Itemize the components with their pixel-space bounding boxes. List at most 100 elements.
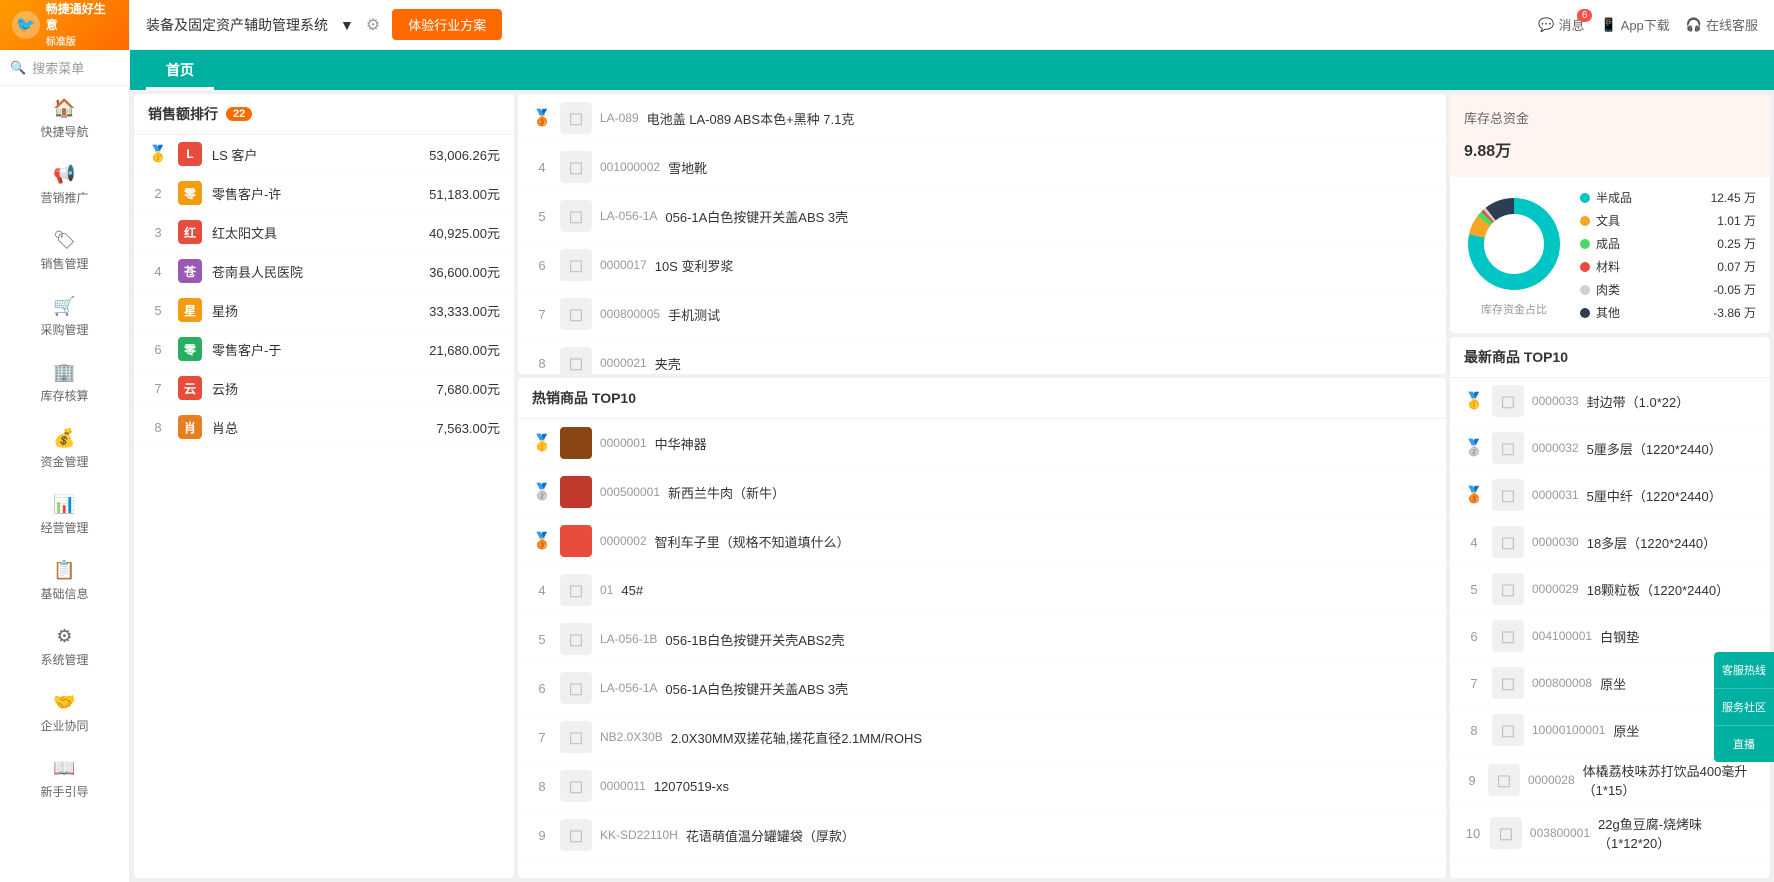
sidebar-item-marketing[interactable]: 📢 营销推广 <box>0 152 129 218</box>
new-products-card: 最新商品 TOP10 🥇 ◻ 0000033 封边带（1.0*22） 🥈 ◻ 0… <box>1450 337 1770 878</box>
search-menu-label: 搜索菜单 <box>32 58 84 77</box>
product-row[interactable]: 4 ◻ 001000002 雪地靴 <box>518 143 1446 192</box>
rank-row[interactable]: 8 肖 肖总 7,563.00元 <box>134 408 514 447</box>
legend-dot <box>1580 216 1590 226</box>
float-button[interactable]: 直播 <box>1714 726 1774 762</box>
product-row[interactable]: 🥈 000500001 新西兰牛肉（新牛） <box>518 468 1446 517</box>
product-row[interactable]: 🥇 0000001 中华神器 <box>518 419 1446 468</box>
product-row[interactable]: 🥉 0000002 智利车子里（规格不知道填什么） <box>518 517 1446 566</box>
sidebar-item-purchase[interactable]: 🛒 采购管理 <box>0 284 129 350</box>
float-button[interactable]: 客服热线 <box>1714 652 1774 689</box>
new-product-row[interactable]: 4 ◻ 0000030 18多层（1220*2440） <box>1450 519 1770 566</box>
rank-number: 4 <box>532 160 552 175</box>
download-icon: 📱 <box>1600 17 1616 33</box>
search-menu[interactable]: 🔍 搜索菜单 <box>0 50 129 86</box>
tab-home[interactable]: 首页 <box>146 50 214 90</box>
sales-ranking-title: 销售额排行 <box>148 104 218 124</box>
product-row[interactable]: 9 ◻ KK-SD22110H 花语萌值温分罐罐袋（厚款） <box>518 811 1446 860</box>
legend-label: 半成品 <box>1596 189 1705 206</box>
legend-item: 文具 1.01 万 <box>1580 212 1756 229</box>
bronze-medal-icon: 🥉 <box>1464 485 1484 505</box>
marketing-icon: 📢 <box>53 164 75 185</box>
product-image-placeholder: ◻ <box>1492 714 1524 746</box>
product-row[interactable]: 4 ◻ 01 45# <box>518 566 1446 615</box>
product-image-placeholder: ◻ <box>1492 479 1524 511</box>
sidebar-item-quick-nav[interactable]: 🏠 快捷导航 <box>0 86 129 152</box>
system-name: 装备及固定资产辅助管理系统 <box>146 15 328 35</box>
rank-row[interactable]: 6 零 零售客户-于 21,680.00元 <box>134 330 514 369</box>
avatar: 肖 <box>178 415 202 439</box>
float-button[interactable]: 服务社区 <box>1714 689 1774 726</box>
product-name: 夹壳 <box>655 354 1432 373</box>
rank-number: 4 <box>148 264 168 279</box>
rank-row[interactable]: 2 零 零售客户-许 51,183.00元 <box>134 174 514 213</box>
sidebar-item-label: 营销推广 <box>40 189 88 206</box>
product-row[interactable]: 6 ◻ LA-056-1A 056-1A白色按键开关盖ABS 3壳 <box>518 664 1446 713</box>
sidebar-item-sales[interactable]: 🏷 销售管理 <box>0 218 129 284</box>
product-row[interactable]: 7 ◻ NB2.0X30B 2.0X30MM双搓花轴,搓花直径2.1MM/ROH… <box>518 713 1446 762</box>
product-row[interactable]: 6 ◻ 0000017 10S 变利罗浆 <box>518 241 1446 290</box>
rank-number: 7 <box>532 307 552 322</box>
product-name: 22g鱼豆腐-烧烤味（1*12*20） <box>1598 814 1756 852</box>
logo-icon: 🐦 <box>12 11 40 39</box>
new-product-row[interactable]: 5 ◻ 0000029 18颗粒板（1220*2440） <box>1450 566 1770 613</box>
legend-label: 其他 <box>1596 304 1707 321</box>
gear-icon[interactable]: ⚙ <box>366 15 380 35</box>
sidebar-item-label: 库存核算 <box>40 387 88 404</box>
rank-row[interactable]: 3 红 红太阳文具 40,925.00元 <box>134 213 514 252</box>
rank-row[interactable]: 🥇 L LS 客户 53,006.26元 <box>134 135 514 174</box>
new-product-row[interactable]: 🥈 ◻ 0000032 5厘多层（1220*2440） <box>1450 425 1770 472</box>
product-code: 004100001 <box>1532 629 1592 643</box>
rank-row[interactable]: 7 云 云扬 7,680.00元 <box>134 369 514 408</box>
product-row[interactable]: 8 ◻ 0000021 夹壳 <box>518 339 1446 374</box>
sidebar-item-guide[interactable]: 📖 新手引导 <box>0 746 129 812</box>
rank-number: 7 <box>1464 676 1484 691</box>
product-row[interactable]: 🥉 ◻ LA-089 电池盖 LA-089 ABS本色+黑种 7.1克 <box>518 94 1446 143</box>
message-item[interactable]: 💬 消息 6 <box>1538 15 1584 34</box>
product-image <box>560 476 592 508</box>
product-row[interactable]: 5 ◻ LA-056-1B 056-1B白色按键开关壳ABS2壳 <box>518 615 1446 664</box>
product-image-placeholder: ◻ <box>560 623 592 655</box>
sidebar-item-inventory[interactable]: 🏢 库存核算 <box>0 350 129 416</box>
legend-item: 半成品 12.45 万 <box>1580 189 1756 206</box>
sidebar-item-sys-mgmt[interactable]: ⚙ 系统管理 <box>0 614 129 680</box>
product-image-placeholder: ◻ <box>1490 817 1522 849</box>
gold-medal-icon: 🥇 <box>1464 391 1484 411</box>
trial-button[interactable]: 体验行业方案 <box>392 9 502 40</box>
product-code: 000500001 <box>600 485 660 499</box>
legend-dot <box>1580 262 1590 272</box>
sidebar-item-enterprise[interactable]: 🤝 企业协同 <box>0 680 129 746</box>
gold-medal-icon: 🥇 <box>532 433 552 453</box>
legend-value: 0.07 万 <box>1717 258 1756 275</box>
app-download-item[interactable]: 📱 App下载 <box>1600 15 1669 34</box>
sidebar-item-label: 采购管理 <box>40 321 88 338</box>
legend-label: 文具 <box>1596 212 1711 229</box>
product-row[interactable]: 5 ◻ LA-056-1A 056-1A白色按键开关盖ABS 3壳 <box>518 192 1446 241</box>
sidebar-item-operations[interactable]: 📊 经营管理 <box>0 482 129 548</box>
online-service-item[interactable]: 🎧 在线客服 <box>1686 15 1758 34</box>
new-products-list: 🥇 ◻ 0000033 封边带（1.0*22） 🥈 ◻ 0000032 5厘多层… <box>1450 378 1770 878</box>
legend-dot <box>1580 285 1590 295</box>
product-row[interactable]: 7 ◻ 000800005 手机测试 <box>518 290 1446 339</box>
product-row[interactable]: 8 ◻ 0000011 12070519-xs <box>518 762 1446 811</box>
new-product-row[interactable]: 🥉 ◻ 0000031 5厘中纤（1220*2440） <box>1450 472 1770 519</box>
chevron-down-icon[interactable]: ▼ <box>340 17 354 33</box>
new-product-row[interactable]: 🥇 ◻ 0000033 封边带（1.0*22） <box>1450 378 1770 425</box>
guide-icon: 📖 <box>53 758 75 779</box>
sidebar-item-basic-info[interactable]: 📋 基础信息 <box>0 548 129 614</box>
new-product-row[interactable]: 10 ◻ 003800001 22g鱼豆腐-烧烤味（1*12*20） <box>1450 807 1770 860</box>
product-image-placeholder: ◻ <box>560 249 592 281</box>
product-image-placeholder: ◻ <box>1492 432 1524 464</box>
legend-value: -0.05 万 <box>1713 281 1756 298</box>
rank-row[interactable]: 5 星 星扬 33,333.00元 <box>134 291 514 330</box>
donut-section: 库存资金占比 半成品 12.45 万 文具 1.01 万 成品 0.25 万 材… <box>1450 177 1770 333</box>
product-code: 10000100001 <box>1532 723 1605 737</box>
legend-value: -3.86 万 <box>1713 304 1756 321</box>
legend-dot <box>1580 308 1590 318</box>
product-image-placeholder: ◻ <box>560 574 592 606</box>
product-name: 45# <box>621 583 1432 598</box>
rank-row[interactable]: 4 苍 苍南县人民医院 36,600.00元 <box>134 252 514 291</box>
float-buttons: 客服热线服务社区直播 <box>1714 652 1774 762</box>
app-logo: 🐦 畅捷通好生意 标准版 <box>0 0 129 50</box>
sidebar-item-finance[interactable]: 💰 资金管理 <box>0 416 129 482</box>
